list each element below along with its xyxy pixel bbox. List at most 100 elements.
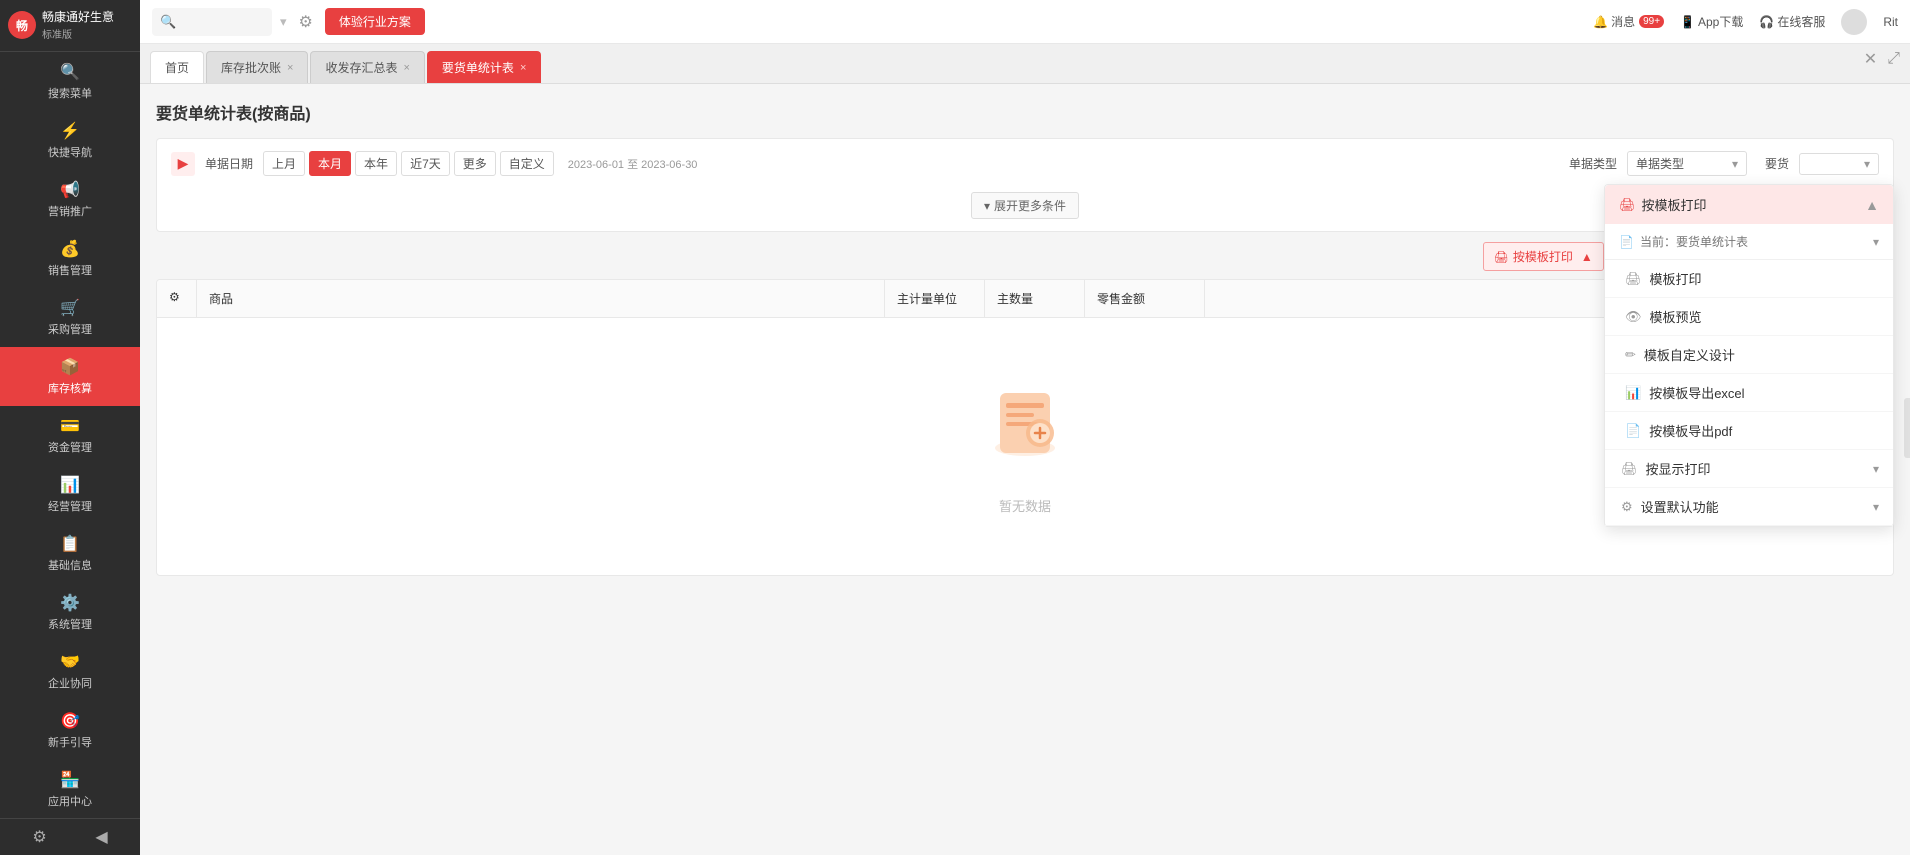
set-default-chevron: ▾ <box>1873 500 1879 514</box>
dropdown-print-icon: 🖨 <box>1619 197 1636 213</box>
dropdown-item-display-print[interactable]: 🖨 按显示打印 ▾ <box>1605 450 1893 488</box>
sidebar-item-appstore-label: 应用中心 <box>48 793 92 809</box>
date-btn-custom[interactable]: 自定义 <box>500 151 554 176</box>
sidebar-item-sales[interactable]: 💰 销售管理 <box>0 229 140 288</box>
search-box[interactable]: 🔍 <box>152 8 272 36</box>
notifications-button[interactable]: 🔔 消息 99+ <box>1593 13 1664 30</box>
settings-footer-icon[interactable]: ⚙ <box>32 827 46 847</box>
sidebar-item-search[interactable]: 🔍 搜索菜单 <box>0 52 140 111</box>
date-btn-this-year[interactable]: 本年 <box>355 151 397 176</box>
template-pdf-icon: 📄 <box>1625 423 1641 439</box>
collapse-icon[interactable]: ◀ <box>95 827 107 847</box>
template-preview-icon: 👁 <box>1625 309 1642 325</box>
empty-icon <box>980 378 1070 484</box>
app-name: 畅康通好生意 <box>42 10 114 26</box>
filter-expand-arrow[interactable]: ▶ <box>171 152 195 176</box>
search-icon: 🔍 <box>160 14 176 30</box>
tab-receipts-summary[interactable]: 收发存汇总表 × <box>310 51 424 83</box>
sidebar-item-operations-label: 经营管理 <box>48 498 92 514</box>
tab-batch-account[interactable]: 库存批次账 × <box>206 51 308 83</box>
tab-batch-account-close[interactable]: × <box>287 62 293 74</box>
page-title: 要货单统计表(按商品) <box>156 100 1894 124</box>
set-default-label: 设置默认功能 <box>1641 497 1719 516</box>
date-btn-last-month[interactable]: 上月 <box>263 151 305 176</box>
sidebar-item-system[interactable]: ⚙️ 系统管理 <box>0 583 140 642</box>
print-dropdown-arrow[interactable]: ▲ <box>1581 250 1593 264</box>
category-filter-label: 要货 <box>1765 155 1789 172</box>
avatar[interactable] <box>1841 9 1867 35</box>
tab-order-stats-close[interactable]: × <box>520 62 526 74</box>
date-btn-this-month[interactable]: 本月 <box>309 151 351 176</box>
tab-order-stats[interactable]: 要货单统计表 × <box>427 51 541 83</box>
sidebar-item-inventory[interactable]: 📦 库存核算 <box>0 347 140 406</box>
expand-window-icon[interactable]: ⤢ <box>1887 50 1900 68</box>
dropdown-item-template-design[interactable]: ✏ 模板自定义设计 <box>1605 336 1893 374</box>
tab-home[interactable]: 首页 <box>150 51 204 83</box>
date-btn-7days[interactable]: 近7天 <box>401 151 450 176</box>
th-retail-amount: 零售金额 <box>1085 280 1205 317</box>
expand-btn-label: 展开更多条件 <box>994 197 1066 214</box>
sidebar-item-marketing[interactable]: 📢 营销推广 <box>0 170 140 229</box>
dropdown-current-chevron: ▾ <box>1873 235 1879 249</box>
type-filter-select[interactable]: 单据类型 ▾ <box>1627 151 1747 176</box>
category-filter-select[interactable]: ▾ <box>1799 153 1879 175</box>
notifications-badge: 99+ <box>1639 15 1664 28</box>
sales-icon: 💰 <box>60 239 80 259</box>
dropdown-item-template-print[interactable]: 🖨 模板打印 <box>1605 260 1893 298</box>
close-window-icon[interactable]: ✕ <box>1864 49 1877 69</box>
username-label: Rit <box>1883 15 1898 29</box>
sidebar-item-appstore[interactable]: 🏪 应用中心 <box>0 760 140 818</box>
sidebar-item-purchase[interactable]: 🛒 采购管理 <box>0 288 140 347</box>
sidebar-item-basic-label: 基础信息 <box>48 557 92 573</box>
app-download-button[interactable]: 📱 App下载 <box>1680 13 1743 30</box>
industry-solution-button[interactable]: 体验行业方案 <box>325 8 425 35</box>
dropdown-title-label: 按模板打印 <box>1642 195 1707 214</box>
sidebar-item-quick-nav[interactable]: ⚡ 快捷导航 <box>0 111 140 170</box>
sidebar-scroll: 🔍 搜索菜单 ⚡ 快捷导航 📢 营销推广 💰 销售管理 🛒 采购管理 📦 库存核… <box>0 52 140 818</box>
date-btn-more[interactable]: 更多 <box>454 151 496 176</box>
dropdown-item-template-preview[interactable]: 👁 模板预览 <box>1605 298 1893 336</box>
expand-down-icon: ▾ <box>984 199 990 213</box>
search-nav-icon: 🔍 <box>60 62 80 82</box>
purchase-icon: 🛒 <box>60 298 80 318</box>
dropdown-item-template-excel[interactable]: 📊 按模板导出excel <box>1605 374 1893 412</box>
dropdown-item-set-default[interactable]: ⚙ 设置默认功能 ▾ <box>1605 488 1893 526</box>
template-preview-label: 模板预览 <box>1650 307 1702 326</box>
main-area: 🔍 ▾ ⚙ 体验行业方案 🔔 消息 99+ 📱 App下载 🎧 在线客服 Rit <box>140 0 1910 855</box>
topbar-gear-icon[interactable]: ⚙ <box>295 8 317 36</box>
type-filter-label: 单据类型 <box>1569 155 1617 172</box>
guide-icon: 🎯 <box>60 711 80 731</box>
date-range-display: 2023-06-01 至 2023-06-30 <box>568 156 698 172</box>
th-quantity: 主数量 <box>985 280 1085 317</box>
dropdown-item-template-pdf[interactable]: 📄 按模板导出pdf <box>1605 412 1893 450</box>
dropdown-current-label: 当前：要货单统计表 <box>1640 233 1748 250</box>
dropdown-close-icon[interactable]: ▲ <box>1865 197 1879 213</box>
inventory-icon: 📦 <box>60 357 80 377</box>
sidebar-item-operations[interactable]: 📊 经营管理 <box>0 465 140 524</box>
dropdown-current: 📄 当前：要货单统计表 ▾ <box>1605 224 1893 260</box>
expand-more-conditions-button[interactable]: ▾ 展开更多条件 <box>971 192 1079 219</box>
date-filter-label: 单据日期 <box>205 155 253 172</box>
filter-row: ▶ 单据日期 上月 本月 本年 近7天 更多 自定义 2023-06-01 至 … <box>171 151 1879 176</box>
tab-receipts-summary-close[interactable]: × <box>403 62 409 74</box>
template-pdf-label: 按模板导出pdf <box>1649 421 1732 440</box>
search-input[interactable] <box>180 15 260 29</box>
display-print-icon: 🖨 <box>1621 461 1638 477</box>
settings-col-icon[interactable]: ⚙ <box>169 290 180 304</box>
resize-handle[interactable] <box>1904 398 1910 458</box>
current-doc-icon: 📄 <box>1619 235 1634 249</box>
finance-icon: 💳 <box>60 416 80 436</box>
template-design-label: 模板自定义设计 <box>1644 345 1735 364</box>
tab-home-label: 首页 <box>165 59 189 76</box>
sidebar-item-guide[interactable]: 🎯 新手引导 <box>0 701 140 760</box>
print-button[interactable]: 🖨 按模板打印 ▲ <box>1483 242 1604 271</box>
display-print-label: 按显示打印 <box>1646 459 1711 478</box>
th-checkbox: ⚙ <box>157 280 197 317</box>
sidebar-item-system-label: 系统管理 <box>48 616 92 632</box>
sidebar-item-basic[interactable]: 📋 基础信息 <box>0 524 140 583</box>
sidebar-item-collab[interactable]: 🤝 企业协同 <box>0 642 140 701</box>
online-service-button[interactable]: 🎧 在线客服 <box>1759 13 1825 30</box>
headset-icon: 🎧 <box>1759 15 1774 29</box>
chevron-down-icon[interactable]: ▾ <box>280 14 287 30</box>
sidebar-item-finance[interactable]: 💳 资金管理 <box>0 406 140 465</box>
